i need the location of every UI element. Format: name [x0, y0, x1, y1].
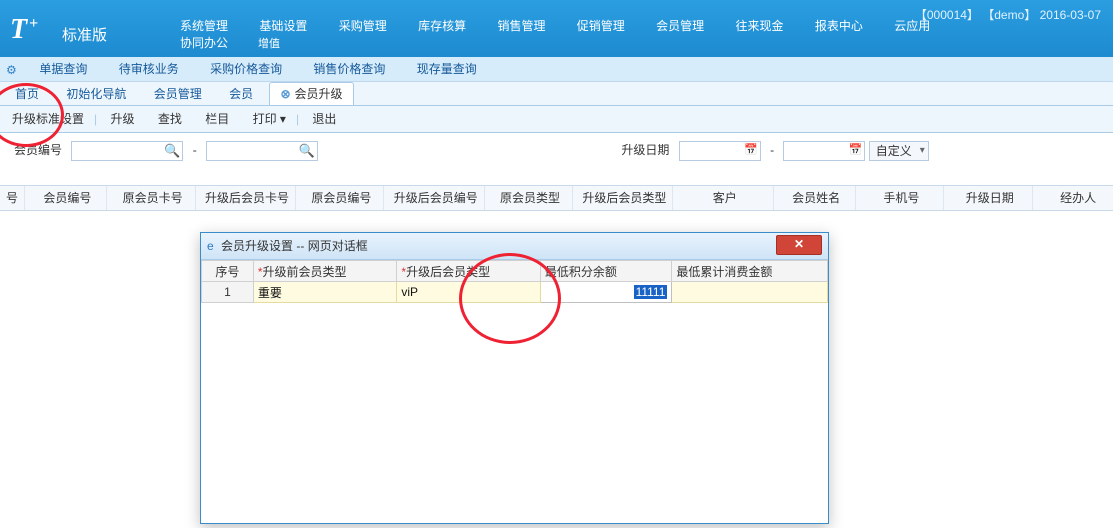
- range-dash: -: [193, 143, 197, 157]
- menu-cash[interactable]: 往来现金: [736, 17, 784, 34]
- search-icon[interactable]: 🔍: [299, 143, 315, 159]
- qb-bill-query[interactable]: 单据查询: [39, 62, 87, 76]
- col-customer: 客户: [677, 186, 774, 210]
- search-icon[interactable]: 🔍: [164, 143, 180, 159]
- th-after: 升级后会员类型: [397, 261, 541, 282]
- th-minspend: 最低累计消费金额: [672, 261, 828, 282]
- qb-purchase-price[interactable]: 采购价格查询: [210, 62, 282, 76]
- filter-strip: 会员编号 🔍 - 🔍 升级日期 📅 - 📅 自定义: [0, 133, 1113, 185]
- cell-minspend[interactable]: [672, 282, 828, 303]
- calendar-icon[interactable]: 📅: [744, 143, 758, 156]
- chevron-down-icon: ▾: [280, 112, 286, 126]
- edition-label: 标准版: [62, 24, 107, 45]
- col-name: 会员姓名: [777, 186, 856, 210]
- tab-close-icon[interactable]: ⊗: [280, 87, 290, 101]
- date-to[interactable]: 📅: [783, 141, 865, 161]
- grid-header: 号 会员编号 原会员卡号 升级后会员卡号 原会员编号 升级后会员编号 原会员类型…: [0, 185, 1113, 211]
- date-range-value: 自定义: [876, 144, 912, 158]
- menu-inventory[interactable]: 库存核算: [418, 17, 466, 34]
- tab-initnav[interactable]: 初始化导航: [55, 82, 137, 105]
- cell-before[interactable]: 重要: [253, 282, 397, 303]
- tab-home[interactable]: 首页: [4, 82, 50, 105]
- dialog-close-button[interactable]: ✕: [776, 235, 822, 255]
- main-menu: 系统管理 基础设置 采购管理 库存核算 销售管理 促销管理 会员管理 往来现金 …: [180, 17, 1113, 51]
- menu-base[interactable]: 基础设置: [259, 17, 307, 34]
- tb-upgrade[interactable]: 升级: [100, 106, 144, 132]
- upgrade-date-label: 升级日期: [621, 143, 669, 157]
- date-range-select[interactable]: 自定义: [869, 141, 929, 161]
- upgrade-settings-table: 序号 升级前会员类型 升级后会员类型 最低积分余额 最低累计消费金额 1 重要 …: [201, 260, 828, 303]
- app-logo: T+: [10, 14, 38, 46]
- col-date: 升级日期: [948, 186, 1033, 210]
- dialog-title: 会员升级设置 -- 网页对话框: [221, 239, 368, 253]
- th-before: 升级前会员类型: [253, 261, 397, 282]
- tb-columns[interactable]: 栏目: [195, 106, 239, 132]
- gear-icon[interactable]: ⚙: [6, 58, 22, 82]
- tb-print[interactable]: 打印 ▾: [243, 106, 296, 132]
- query-bar: ⚙ 单据查询 待审核业务 采购价格查询 销售价格查询 现存量查询: [0, 57, 1113, 82]
- dialog-titlebar[interactable]: e 会员升级设置 -- 网页对话框 ✕: [201, 233, 828, 260]
- col-operator: 经办人: [1036, 186, 1113, 210]
- table-header-row: 序号 升级前会员类型 升级后会员类型 最低积分余额 最低累计消费金额: [202, 261, 828, 282]
- menu-sales[interactable]: 销售管理: [497, 17, 545, 34]
- date-from[interactable]: 📅: [679, 141, 761, 161]
- menu-collab-label: 协同办公: [180, 34, 228, 51]
- range-dash: -: [770, 143, 774, 157]
- member-code-from[interactable]: 🔍: [71, 141, 183, 161]
- th-seq: 序号: [202, 261, 254, 282]
- tb-find[interactable]: 查找: [148, 106, 192, 132]
- col-new-code: 升级后会员编号: [388, 186, 485, 210]
- cell-minpoints[interactable]: 11111: [540, 282, 671, 303]
- col-old-code: 原会员编号: [299, 186, 384, 210]
- cell-after[interactable]: viP: [397, 282, 541, 303]
- page-toolbar: 升级标准设置| 升级 查找 栏目 打印 ▾| 退出: [0, 106, 1113, 133]
- qb-stock[interactable]: 现存量查询: [417, 62, 477, 76]
- member-code-to[interactable]: 🔍: [206, 141, 318, 161]
- cell-after-value: viP: [401, 285, 418, 299]
- upgrade-settings-dialog: e 会员升级设置 -- 网页对话框 ✕ 序号 升级前会员类型 升级后会员类型 最…: [200, 232, 829, 524]
- menu-collab[interactable]: 协同办公 增值: [180, 34, 308, 51]
- tab-member[interactable]: 会员: [218, 82, 264, 105]
- col-old-card: 原会员卡号: [111, 186, 196, 210]
- col-new-type: 升级后会员类型: [576, 186, 673, 210]
- menu-promo[interactable]: 促销管理: [577, 17, 625, 34]
- menu-cloud[interactable]: 云应用: [894, 17, 930, 34]
- cell-minpoints-value: 11111: [634, 285, 668, 299]
- menu-purchase[interactable]: 采购管理: [339, 17, 387, 34]
- logo-main: T: [10, 14, 27, 45]
- menu-member[interactable]: 会员管理: [656, 17, 704, 34]
- tab-upgrade[interactable]: ⊗ 会员升级: [269, 82, 353, 105]
- table-row[interactable]: 1 重要 viP 11111: [202, 282, 828, 303]
- tab-upgrade-label: 会员升级: [295, 87, 343, 101]
- qb-pending[interactable]: 待审核业务: [119, 62, 179, 76]
- col-phone: 手机号: [859, 186, 944, 210]
- tb-upgrade-std[interactable]: 升级标准设置: [2, 106, 94, 132]
- cell-seq: 1: [202, 282, 254, 303]
- col-member-code: 会员编号: [28, 186, 107, 210]
- col-new-card: 升级后会员卡号: [199, 186, 296, 210]
- menu-collab-badge: 增值: [258, 35, 280, 51]
- ie-icon: e: [207, 239, 214, 253]
- member-code-label: 会员编号: [14, 143, 62, 157]
- menu-system[interactable]: 系统管理: [180, 17, 228, 34]
- tab-member-mgmt[interactable]: 会员管理: [143, 82, 213, 105]
- tb-print-label: 打印: [253, 112, 277, 126]
- col-seq: 号: [0, 186, 25, 210]
- tb-exit[interactable]: 退出: [302, 106, 346, 132]
- col-old-type: 原会员类型: [488, 186, 573, 210]
- app-banner: T+ 标准版 【000014】 【demo】 2016-03-07 系统管理 基…: [0, 0, 1113, 57]
- tab-strip: 首页 初始化导航 会员管理 会员 ⊗ 会员升级: [0, 82, 1113, 106]
- menu-report[interactable]: 报表中心: [815, 17, 863, 34]
- calendar-icon[interactable]: 📅: [849, 143, 863, 156]
- qb-sale-price[interactable]: 销售价格查询: [313, 62, 385, 76]
- logo-sup: +: [29, 15, 38, 32]
- th-minpoints: 最低积分余额: [540, 261, 671, 282]
- cell-before-value: 重要: [258, 286, 282, 300]
